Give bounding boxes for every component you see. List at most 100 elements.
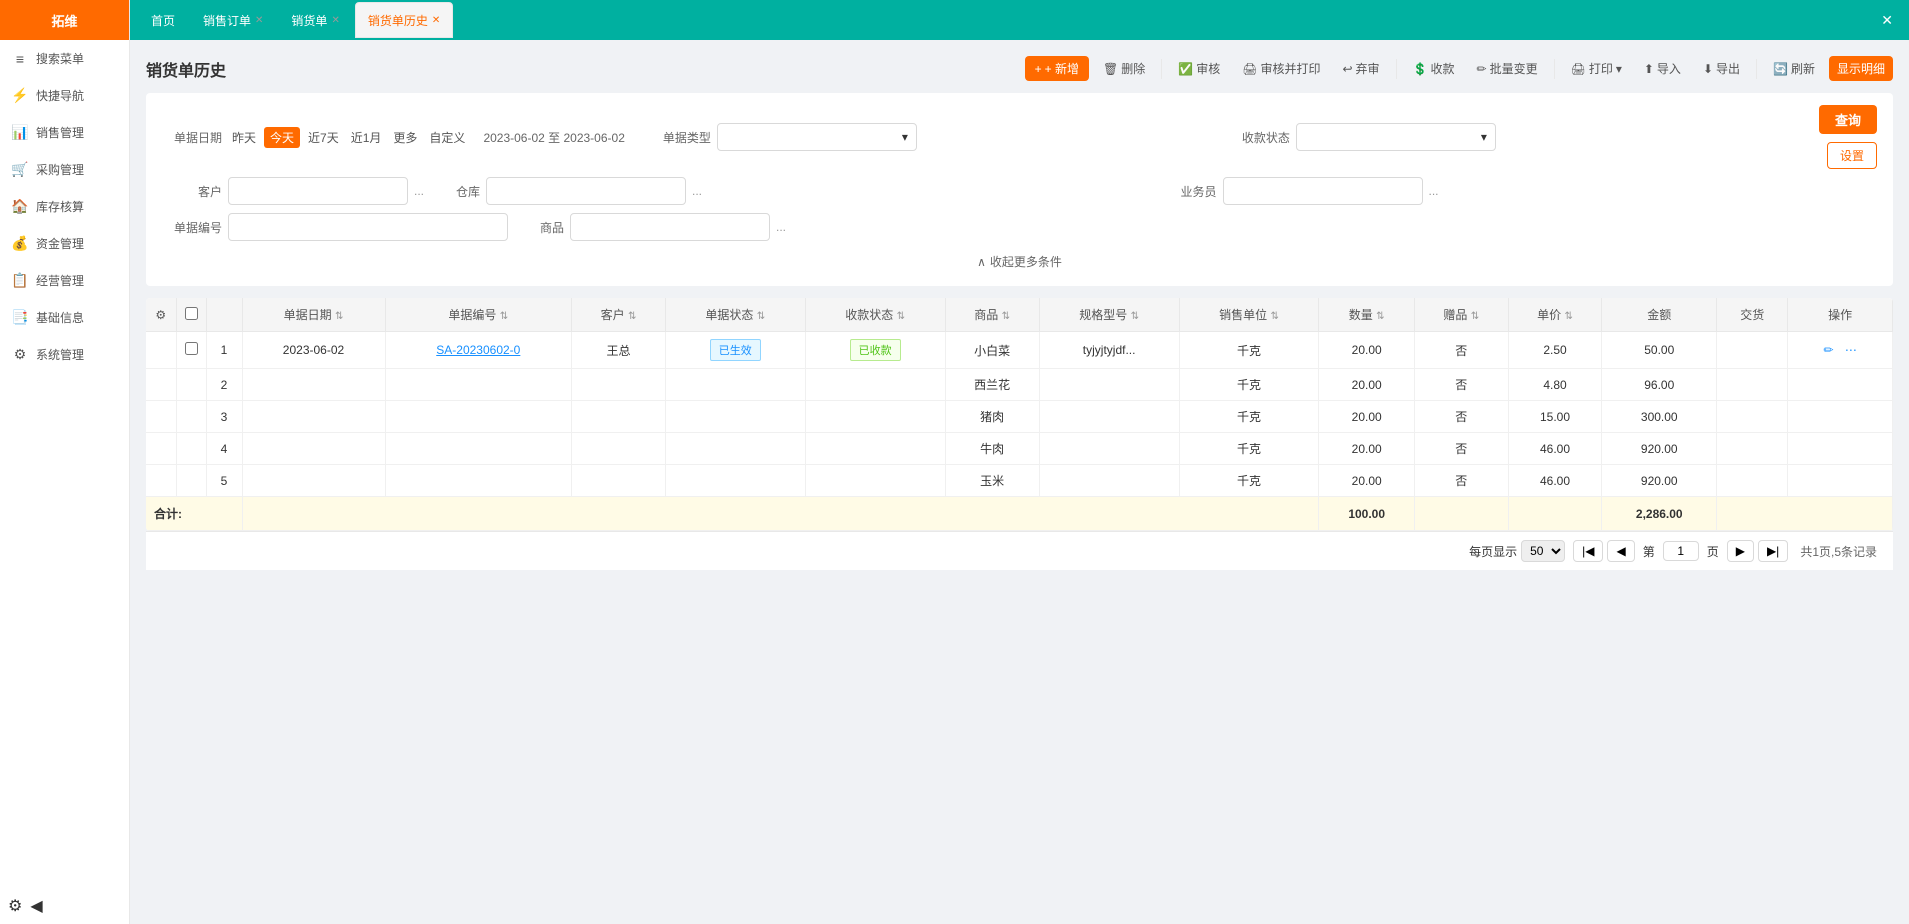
import-button[interactable]: ⬆ 导入 bbox=[1636, 56, 1689, 81]
select-all-checkbox[interactable] bbox=[185, 307, 198, 320]
shortcut-yesterday[interactable]: 昨天 bbox=[228, 127, 260, 148]
row1-doc-no-link[interactable]: SA-20230602-0 bbox=[436, 343, 520, 357]
goods-dots[interactable]: ... bbox=[776, 220, 786, 234]
shortcut-7days[interactable]: 近7天 bbox=[304, 127, 343, 148]
window-close-button[interactable]: ✕ bbox=[1873, 8, 1901, 33]
col-gift[interactable]: 赠品 ⇅ bbox=[1414, 298, 1508, 332]
goods-label: 商品 bbox=[524, 219, 564, 236]
tab-sales-goods-close[interactable]: ✕ bbox=[331, 15, 339, 26]
delete-icon: 🗑 bbox=[1103, 62, 1118, 76]
next-page-button[interactable]: ▶ bbox=[1727, 540, 1754, 562]
sort-goods-icon: ⇅ bbox=[1002, 311, 1010, 322]
col-qty[interactable]: 数量 ⇅ bbox=[1319, 298, 1415, 332]
refresh-button[interactable]: 🔄 刷新 bbox=[1765, 56, 1823, 81]
collapse-button[interactable]: ∧ 收起更多条件 bbox=[973, 249, 1066, 274]
sidebar-item-operations[interactable]: 📋 经营管理 bbox=[0, 262, 129, 299]
goods-input[interactable] bbox=[570, 213, 770, 241]
col-collect-status[interactable]: 收款状态 ⇅ bbox=[805, 298, 945, 332]
main-area: 首页 销售订单 ✕ 销货单 ✕ 销货单历史 ✕ ✕ 销货单历史 + + 新增 bbox=[130, 0, 1909, 924]
col-spec[interactable]: 规格型号 ⇅ bbox=[1039, 298, 1179, 332]
col-price[interactable]: 单价 ⇅ bbox=[1508, 298, 1602, 332]
shortcut-more[interactable]: 更多 bbox=[389, 127, 421, 148]
filter-settings-button[interactable]: 设置 bbox=[1827, 142, 1877, 169]
tab-home[interactable]: 首页 bbox=[138, 2, 188, 38]
row1-edit-btn[interactable]: ✏ bbox=[1819, 343, 1837, 357]
col-doc-date[interactable]: 单据日期 ⇅ bbox=[242, 298, 385, 332]
tabs-bar: 首页 销售订单 ✕ 销货单 ✕ 销货单历史 ✕ ✕ bbox=[130, 0, 1909, 40]
abandon-button[interactable]: ↩ 弃审 bbox=[1334, 56, 1387, 81]
sidebar-item-quick-nav[interactable]: ⚡ 快捷导航 bbox=[0, 77, 129, 114]
col-unit[interactable]: 销售单位 ⇅ bbox=[1179, 298, 1319, 332]
row1-checkbox[interactable] bbox=[176, 332, 206, 369]
row1-doc-date: 2023-06-02 bbox=[242, 332, 385, 369]
col-doc-status[interactable]: 单据状态 ⇅ bbox=[665, 298, 805, 332]
tab-sales-goods[interactable]: 销货单 ✕ bbox=[278, 2, 352, 38]
customer-dots[interactable]: ... bbox=[414, 184, 424, 198]
doc-no-input[interactable] bbox=[228, 213, 508, 241]
tab-sales-order[interactable]: 销售订单 ✕ bbox=[190, 2, 276, 38]
collect-button[interactable]: 💲 收款 bbox=[1405, 56, 1463, 81]
delete-button[interactable]: 🗑 删除 bbox=[1095, 56, 1153, 81]
row5-gift: 否 bbox=[1414, 465, 1508, 497]
sidebar-item-search-menu[interactable]: ≡ 搜索菜单 bbox=[0, 40, 129, 77]
col-customer[interactable]: 客户 ⇅ bbox=[572, 298, 666, 332]
sort-gift-icon: ⇅ bbox=[1471, 311, 1479, 322]
row1-more-btn[interactable]: ⋯ bbox=[1841, 343, 1861, 357]
row1-doc-no[interactable]: SA-20230602-0 bbox=[385, 332, 572, 369]
query-button[interactable]: 查询 bbox=[1819, 105, 1877, 134]
last-page-button[interactable]: ▶| bbox=[1758, 540, 1788, 562]
tab-sales-history[interactable]: 销货单历史 ✕ bbox=[355, 2, 453, 38]
col-goods[interactable]: 商品 ⇅ bbox=[945, 298, 1039, 332]
sidebar-item-inventory[interactable]: 🏠 库存核算 bbox=[0, 188, 129, 225]
operations-icon: 📋 bbox=[12, 273, 28, 289]
shortcut-custom[interactable]: 自定义 bbox=[425, 127, 469, 148]
col-doc-no[interactable]: 单据编号 ⇅ bbox=[385, 298, 572, 332]
print-button[interactable]: 🖨 打印 ▾ bbox=[1563, 56, 1630, 81]
batch-change-label: 批量变更 bbox=[1490, 60, 1538, 77]
shortcut-today[interactable]: 今天 bbox=[264, 127, 300, 148]
sidebar-item-base-info[interactable]: 📑 基础信息 bbox=[0, 299, 129, 336]
sidebar-settings-icon[interactable]: ⚙ bbox=[8, 896, 22, 916]
customer-input[interactable] bbox=[228, 177, 408, 205]
sidebar-item-sales-mgmt[interactable]: 📊 销售管理 bbox=[0, 114, 129, 151]
audit-icon: ✅ bbox=[1178, 62, 1193, 76]
sidebar-collapse-icon[interactable]: ◀ bbox=[30, 896, 42, 916]
tab-sales-history-close[interactable]: ✕ bbox=[432, 15, 440, 26]
row1-check[interactable] bbox=[185, 342, 198, 355]
warehouse-dots[interactable]: ... bbox=[692, 184, 702, 198]
show-details-button[interactable]: 显示明细 bbox=[1829, 56, 1893, 81]
doc-type-label: 单据类型 bbox=[641, 129, 711, 146]
sort-doc-status-icon: ⇅ bbox=[757, 311, 765, 322]
export-button[interactable]: ⬇ 导出 bbox=[1695, 56, 1748, 81]
warehouse-input[interactable] bbox=[486, 177, 686, 205]
row3-gift: 否 bbox=[1414, 401, 1508, 433]
row3-qty: 20.00 bbox=[1319, 401, 1415, 433]
first-page-button[interactable]: |◀ bbox=[1573, 540, 1603, 562]
page-number-input[interactable] bbox=[1663, 541, 1699, 561]
audit-button[interactable]: ✅ 审核 bbox=[1170, 56, 1228, 81]
row3-amount: 300.00 bbox=[1602, 401, 1717, 433]
per-page-dropdown[interactable]: 50 bbox=[1521, 540, 1565, 562]
filter-row-1: 单据日期 昨天 今天 近7天 近1月 更多 自定义 2023-06-02 至 2… bbox=[162, 105, 1877, 169]
shortcut-1month[interactable]: 近1月 bbox=[347, 127, 386, 148]
new-button[interactable]: + + 新增 bbox=[1025, 56, 1089, 81]
batch-change-button[interactable]: ✏ 批量变更 bbox=[1469, 56, 1546, 81]
row3-goods: 猪肉 bbox=[945, 401, 1039, 433]
sidebar-item-purchase-mgmt[interactable]: 🛒 采购管理 bbox=[0, 151, 129, 188]
warehouse-label: 仓库 bbox=[440, 183, 480, 200]
row5-price: 46.00 bbox=[1508, 465, 1602, 497]
collect-status-select[interactable]: ▾ bbox=[1296, 123, 1496, 151]
prev-page-button[interactable]: ◀ bbox=[1607, 540, 1634, 562]
staff-dots[interactable]: ... bbox=[1429, 184, 1439, 198]
sidebar-item-sys-mgmt[interactable]: ⚙ 系统管理 bbox=[0, 336, 129, 373]
sort-doc-no-icon: ⇅ bbox=[500, 311, 508, 322]
app-logo: 拓维 bbox=[0, 0, 129, 40]
sidebar-item-finance[interactable]: 💰 资金管理 bbox=[0, 225, 129, 262]
doc-type-select[interactable]: ▾ bbox=[717, 123, 917, 151]
tab-sales-order-close[interactable]: ✕ bbox=[255, 15, 263, 26]
page-header: 销货单历史 + + 新增 🗑 删除 ✅ 审核 🖨 审核并打印 bbox=[146, 56, 1893, 81]
staff-input[interactable] bbox=[1223, 177, 1423, 205]
audit-print-button[interactable]: 🖨 审核并打印 bbox=[1234, 56, 1328, 81]
col-settings[interactable]: ⚙ bbox=[146, 298, 176, 332]
row1-num: 1 bbox=[206, 332, 242, 369]
